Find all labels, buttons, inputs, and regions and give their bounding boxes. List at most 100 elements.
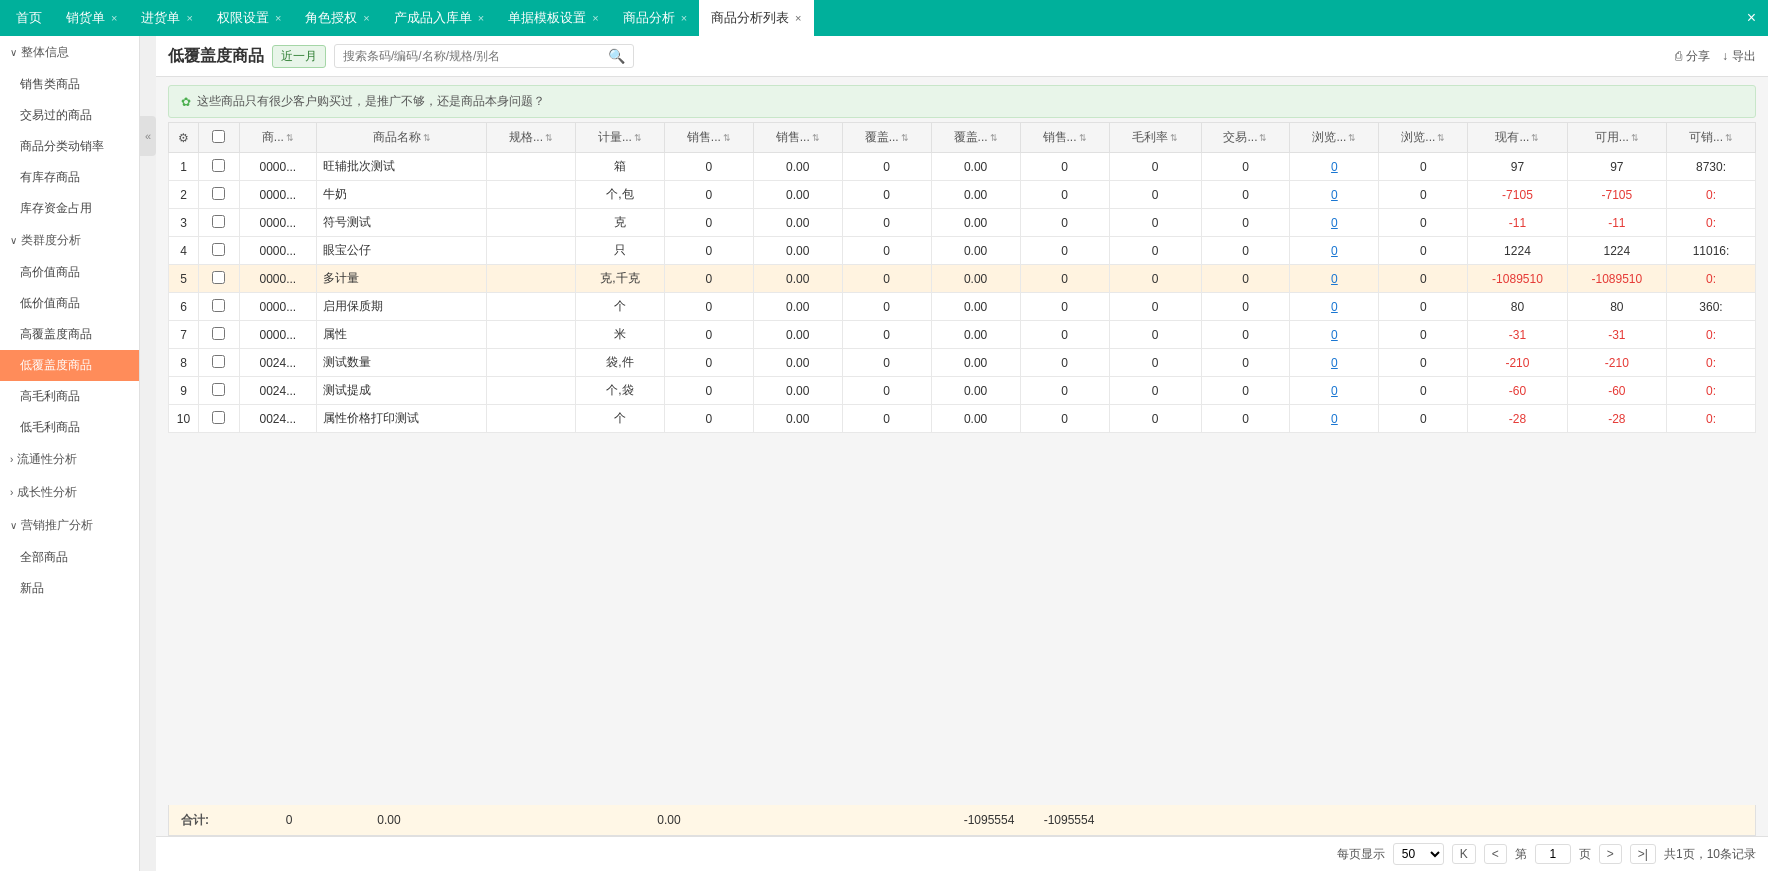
nav-tab-role[interactable]: 角色授权 × <box>293 0 381 36</box>
close-icon[interactable]: × <box>275 12 281 24</box>
sidebar-collapse-button[interactable]: « <box>140 116 156 156</box>
last-page-button[interactable]: >| <box>1630 844 1656 864</box>
row-checkbox[interactable] <box>212 215 225 228</box>
col-spec[interactable]: 规格...⇅ <box>487 123 576 153</box>
cell-view2: 0 <box>1379 153 1468 181</box>
cell-checkbox[interactable] <box>199 209 240 237</box>
sidebar-item-traded-goods[interactable]: 交易过的商品 <box>0 100 139 131</box>
search-icon[interactable]: 🔍 <box>608 48 625 64</box>
col-trade[interactable]: 交易...⇅ <box>1201 123 1290 153</box>
row-checkbox[interactable] <box>212 271 225 284</box>
sidebar-item-stocked-goods[interactable]: 有库存商品 <box>0 162 139 193</box>
close-icon[interactable]: × <box>681 12 687 24</box>
sidebar-item-high-coverage[interactable]: 高覆盖度商品 <box>0 319 139 350</box>
cell-checkbox[interactable] <box>199 321 240 349</box>
col-unit[interactable]: 计量...⇅ <box>575 123 664 153</box>
row-checkbox[interactable] <box>212 383 225 396</box>
col-saleable[interactable]: 可销...⇅ <box>1667 123 1756 153</box>
col-sale-qty[interactable]: 销售...⇅ <box>664 123 753 153</box>
nav-tab-permission[interactable]: 权限设置 × <box>205 0 293 36</box>
cell-checkbox[interactable] <box>199 265 240 293</box>
cell-view1[interactable]: 0 <box>1290 237 1379 265</box>
page-size-select[interactable]: 50 100 200 <box>1393 843 1444 865</box>
sidebar-section-marketing[interactable]: ∨ 营销推广分析 <box>0 509 139 542</box>
nav-tab-analysis-list[interactable]: 商品分析列表 × <box>699 0 813 36</box>
prev-page-button[interactable]: < <box>1484 844 1507 864</box>
cell-checkbox[interactable] <box>199 237 240 265</box>
share-button[interactable]: ⎙ 分享 <box>1675 48 1710 65</box>
sidebar-item-all-goods[interactable]: 全部商品 <box>0 542 139 573</box>
cell-checkbox[interactable] <box>199 377 240 405</box>
sidebar-item-new-goods[interactable]: 新品 <box>0 573 139 604</box>
col-checkbox[interactable] <box>199 123 240 153</box>
sidebar-section-liquidity[interactable]: › 流通性分析 <box>0 443 139 476</box>
nav-tab-sales[interactable]: 销货单 × <box>54 0 129 36</box>
filter-button[interactable]: 近一月 <box>272 45 326 68</box>
sidebar-item-low-coverage[interactable]: 低覆盖度商品 <box>0 350 139 381</box>
close-icon[interactable]: × <box>795 12 801 24</box>
first-page-button[interactable]: K <box>1452 844 1476 864</box>
search-input[interactable] <box>343 49 608 63</box>
export-button[interactable]: ↓ 导出 <box>1722 48 1756 65</box>
sidebar-section-growth[interactable]: › 成长性分析 <box>0 476 139 509</box>
col-avail[interactable]: 可用...⇅ <box>1567 123 1666 153</box>
cell-view1[interactable]: 0 <box>1290 293 1379 321</box>
cell-view1[interactable]: 0 <box>1290 405 1379 433</box>
col-view2[interactable]: 浏览...⇅ <box>1379 123 1468 153</box>
cell-checkbox[interactable] <box>199 405 240 433</box>
row-checkbox[interactable] <box>212 327 225 340</box>
cell-view1[interactable]: 0 <box>1290 209 1379 237</box>
page-number-input[interactable] <box>1535 844 1571 864</box>
close-icon[interactable]: × <box>111 12 117 24</box>
col-code[interactable]: 商...⇅ <box>239 123 317 153</box>
row-checkbox[interactable] <box>212 243 225 256</box>
next-page-button[interactable]: > <box>1599 844 1622 864</box>
col-sale2[interactable]: 销售...⇅ <box>1020 123 1109 153</box>
close-icon[interactable]: × <box>363 12 369 24</box>
row-checkbox[interactable] <box>212 411 225 424</box>
sidebar-item-high-margin[interactable]: 高毛利商品 <box>0 381 139 412</box>
cell-view1[interactable]: 0 <box>1290 349 1379 377</box>
cell-checkbox[interactable] <box>199 181 240 209</box>
sidebar-item-category-turnover[interactable]: 商品分类动销率 <box>0 131 139 162</box>
cell-unit: 箱 <box>575 153 664 181</box>
cell-view1[interactable]: 0 <box>1290 377 1379 405</box>
cell-checkbox[interactable] <box>199 349 240 377</box>
col-cover2[interactable]: 覆盖...⇅ <box>931 123 1020 153</box>
col-stock[interactable]: 现有...⇅ <box>1468 123 1567 153</box>
table-container[interactable]: ⚙ 商...⇅ 商品名称⇅ 规格...⇅ 计量...⇅ 销售...⇅ 销售...… <box>156 122 1768 805</box>
cell-view1[interactable]: 0 <box>1290 265 1379 293</box>
row-checkbox[interactable] <box>212 299 225 312</box>
col-view1[interactable]: 浏览...⇅ <box>1290 123 1379 153</box>
row-checkbox[interactable] <box>212 159 225 172</box>
sidebar-item-high-value[interactable]: 高价值商品 <box>0 257 139 288</box>
close-all-button[interactable]: × <box>1739 9 1764 27</box>
nav-tab-home[interactable]: 首页 <box>4 0 54 36</box>
sidebar-item-low-margin[interactable]: 低毛利商品 <box>0 412 139 443</box>
cell-view1[interactable]: 0 <box>1290 153 1379 181</box>
nav-tab-analysis[interactable]: 商品分析 × <box>611 0 699 36</box>
close-icon[interactable]: × <box>592 12 598 24</box>
col-settings[interactable]: ⚙ <box>169 123 199 153</box>
sidebar-section-overall[interactable]: ∨ 整体信息 <box>0 36 139 69</box>
row-checkbox[interactable] <box>212 355 225 368</box>
sidebar-item-sales-goods[interactable]: 销售类商品 <box>0 69 139 100</box>
col-name[interactable]: 商品名称⇅ <box>317 123 487 153</box>
nav-tab-product-in[interactable]: 产成品入库单 × <box>382 0 496 36</box>
row-checkbox[interactable] <box>212 187 225 200</box>
col-sale-amt[interactable]: 销售...⇅ <box>753 123 842 153</box>
nav-tab-template[interactable]: 单据模板设置 × <box>496 0 610 36</box>
cell-checkbox[interactable] <box>199 153 240 181</box>
cell-checkbox[interactable] <box>199 293 240 321</box>
nav-tab-purchase[interactable]: 进货单 × <box>129 0 204 36</box>
select-all-checkbox[interactable] <box>212 130 225 143</box>
close-icon[interactable]: × <box>478 12 484 24</box>
close-icon[interactable]: × <box>186 12 192 24</box>
sidebar-section-cluster[interactable]: ∨ 类群度分析 <box>0 224 139 257</box>
col-gross[interactable]: 毛利率⇅ <box>1109 123 1201 153</box>
sidebar-item-inventory-capital[interactable]: 库存资金占用 <box>0 193 139 224</box>
cell-view1[interactable]: 0 <box>1290 181 1379 209</box>
col-cover1[interactable]: 覆盖...⇅ <box>842 123 931 153</box>
sidebar-item-low-value[interactable]: 低价值商品 <box>0 288 139 319</box>
cell-view1[interactable]: 0 <box>1290 321 1379 349</box>
